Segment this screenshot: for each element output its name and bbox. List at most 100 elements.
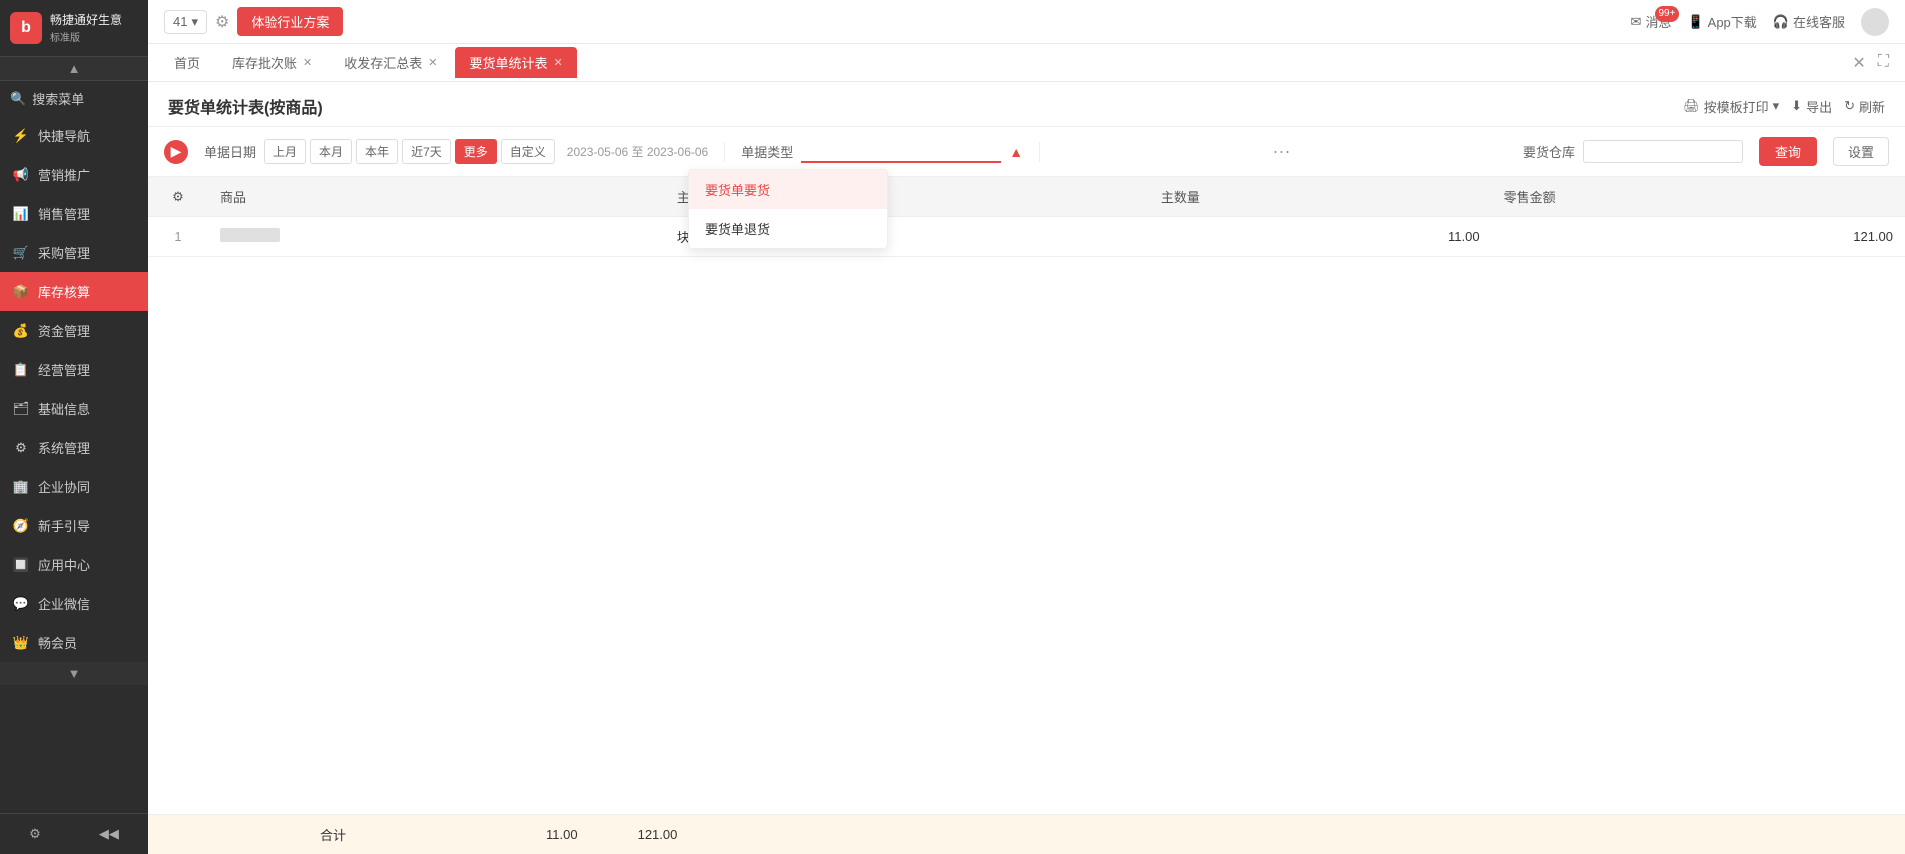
tab-fullscreen-button[interactable]: ⛶: [1874, 53, 1893, 73]
wechat-icon: 💬: [12, 595, 30, 613]
sidebar-item-newbie[interactable]: 🧭 新手引导: [0, 506, 148, 545]
this-month-btn[interactable]: 本月: [310, 139, 352, 164]
tab-inventory-batch-close[interactable]: ✕: [303, 56, 312, 69]
sidebar-scroll-up[interactable]: ▲: [0, 57, 148, 81]
tab-order-stats-label: 要货单统计表: [469, 53, 547, 72]
topbar-right: ✉ 消息 99+ 📱 App下载 🎧 在线客服: [1631, 8, 1889, 36]
page-header-actions: 🖨 按模板打印 ▾ ⬇ 导出 ↻ 刷新: [1683, 97, 1885, 116]
print-button[interactable]: 🖨 按模板打印 ▾: [1683, 97, 1779, 116]
table-settings-icon[interactable]: ⚙: [172, 189, 184, 204]
table-row: 1 块 11.00 121.00: [148, 217, 1905, 257]
sidebar-bottom: ⚙ ◀◀: [0, 813, 148, 854]
sidebar-item-label: 采购管理: [38, 243, 90, 262]
sidebar-item-finance[interactable]: 💰 资金管理: [0, 311, 148, 350]
type-filter-input[interactable]: [801, 140, 1001, 163]
basic-icon: 🗂: [12, 400, 30, 418]
sidebar-item-member[interactable]: 👑 畅会员: [0, 623, 148, 662]
sidebar-item-label: 库存核算: [38, 282, 90, 301]
sidebar-item-appstore[interactable]: 🔲 应用中心: [0, 545, 148, 584]
filter-settings-button[interactable]: 设置: [1833, 137, 1889, 166]
printer-icon: 🖨: [1683, 98, 1700, 114]
sidebar-settings-btn[interactable]: ⚙: [21, 822, 49, 846]
sidebar-item-label: 企业协同: [38, 477, 90, 496]
sidebar-item-marketing[interactable]: 📢 营销推广: [0, 155, 148, 194]
messages-button[interactable]: ✉ 消息 99+: [1631, 12, 1672, 31]
warehouse-filter-input[interactable]: [1583, 140, 1743, 163]
sidebar-item-label: 经营管理: [38, 360, 90, 379]
custom-btn[interactable]: 自定义: [501, 139, 555, 164]
sidebar-item-inventory[interactable]: 📦 库存核算: [0, 272, 148, 311]
quick-nav-icon: ⚡: [12, 127, 30, 145]
type-filter-arrow-icon[interactable]: ▲: [1009, 144, 1023, 160]
row-quantity: 11.00: [1149, 217, 1492, 257]
sidebar-item-enterprise[interactable]: 🏢 企业协同: [0, 467, 148, 506]
sidebar-item-wechat[interactable]: 💬 企业微信: [0, 584, 148, 623]
more-btn[interactable]: 更多: [455, 139, 497, 164]
online-service-button[interactable]: 🎧 在线客服: [1773, 12, 1845, 31]
table-area: ⚙ 商品 主计量单位 主数量 零售金额 1 块: [148, 177, 1905, 814]
tab-home[interactable]: 首页: [160, 47, 214, 78]
tab-home-label: 首页: [174, 53, 200, 72]
sidebar: b 畅捷通好生意 标准版 ▲ 🔍 搜索菜单 ⚡ 快捷导航 📢 营销推广 📊 销售…: [0, 0, 148, 854]
tab-close-all-button[interactable]: ✕: [1848, 53, 1869, 73]
page-content: 要货单统计表(按商品) 🖨 按模板打印 ▾ ⬇ 导出 ↻ 刷新 ▶: [148, 82, 1905, 854]
footer-amount: 121.00: [638, 827, 678, 842]
sidebar-item-label: 销售管理: [38, 204, 90, 223]
table-header-row: ⚙ 商品 主计量单位 主数量 零售金额: [148, 177, 1905, 217]
filter-area: ▶ 单据日期 上月 本月 本年 近7天 更多 自定义 2023-05-06 至 …: [148, 127, 1905, 177]
this-year-btn[interactable]: 本年: [356, 139, 398, 164]
topbar-gear-icon[interactable]: ⚙: [215, 12, 229, 32]
user-avatar[interactable]: [1861, 8, 1889, 36]
last-7-days-btn[interactable]: 近7天: [402, 139, 451, 164]
filter-more-button[interactable]: ···: [1273, 141, 1291, 162]
message-icon: ✉: [1631, 14, 1642, 30]
refresh-icon: ↻: [1844, 98, 1855, 114]
refresh-button[interactable]: ↻ 刷新: [1844, 97, 1885, 116]
sidebar-search-label: 搜索菜单: [32, 89, 84, 108]
tab-inventory-batch[interactable]: 库存批次账 ✕: [218, 47, 326, 78]
headset-icon: 🎧: [1773, 14, 1789, 30]
dropdown-item-return[interactable]: 要货单退货: [689, 209, 887, 248]
online-service-label: 在线客服: [1793, 12, 1845, 31]
date-filter-buttons: 上月 本月 本年 近7天 更多 自定义: [264, 139, 555, 164]
tabs-bar: 首页 库存批次账 ✕ 收发存汇总表 ✕ 要货单统计表 ✕ ✕ ⛶: [148, 44, 1905, 82]
tab-order-stats[interactable]: 要货单统计表 ✕: [455, 47, 576, 78]
sidebar-logo-texts: 畅捷通好生意 标准版: [50, 12, 122, 44]
col-product-header: 商品: [208, 177, 665, 217]
tab-order-stats-close[interactable]: ✕: [554, 56, 563, 69]
tab-receive-summary[interactable]: 收发存汇总表 ✕: [330, 47, 451, 78]
sidebar-search[interactable]: 🔍 搜索菜单: [0, 81, 148, 116]
tab-receive-summary-close[interactable]: ✕: [428, 56, 437, 69]
warehouse-filter-label: 要货仓库: [1523, 142, 1575, 161]
sidebar-collapse-btn[interactable]: ◀◀: [91, 822, 127, 846]
sidebar-item-operations[interactable]: 📋 经营管理: [0, 350, 148, 389]
col-settings-header[interactable]: ⚙: [148, 177, 208, 217]
sidebar-item-system[interactable]: ⚙ 系统管理: [0, 428, 148, 467]
table-footer: 合计 11.00 121.00: [148, 814, 1905, 854]
query-button[interactable]: 查询: [1759, 137, 1817, 166]
date-filter-label: 单据日期: [204, 142, 256, 161]
tab-inventory-batch-label: 库存批次账: [232, 53, 297, 72]
app-edition: 标准版: [50, 29, 122, 44]
filter-expand-button[interactable]: ▶: [164, 140, 188, 164]
app-download-label: App下载: [1708, 12, 1757, 31]
sidebar-scroll-down[interactable]: ▼: [0, 662, 148, 685]
finance-icon: 💰: [12, 322, 30, 340]
app-download-button[interactable]: 📱 App下载: [1687, 12, 1756, 31]
sidebar-item-sales[interactable]: 📊 销售管理: [0, 194, 148, 233]
tab-receive-summary-label: 收发存汇总表: [344, 53, 422, 72]
last-month-btn[interactable]: 上月: [264, 139, 306, 164]
footer-label: 合计: [320, 825, 346, 844]
date-filter-group: 单据日期 上月 本月 本年 近7天 更多 自定义 2023-05-06 至 20…: [204, 139, 708, 164]
trial-industry-button[interactable]: 体验行业方案: [237, 7, 343, 36]
dropdown-item-order[interactable]: 要货单要货: [689, 170, 887, 209]
operations-icon: 📋: [12, 361, 30, 379]
sidebar-item-label: 畅会员: [38, 633, 77, 652]
sidebar-item-quick-nav[interactable]: ⚡ 快捷导航: [0, 116, 148, 155]
filter-separator-1: [724, 142, 725, 162]
company-selector[interactable]: 41 ▾: [164, 10, 207, 34]
page-header: 要货单统计表(按商品) 🖨 按模板打印 ▾ ⬇ 导出 ↻ 刷新: [148, 82, 1905, 127]
sidebar-item-purchase[interactable]: 🛒 采购管理: [0, 233, 148, 272]
sidebar-item-basic[interactable]: 🗂 基础信息: [0, 389, 148, 428]
export-button[interactable]: ⬇ 导出: [1791, 97, 1832, 116]
